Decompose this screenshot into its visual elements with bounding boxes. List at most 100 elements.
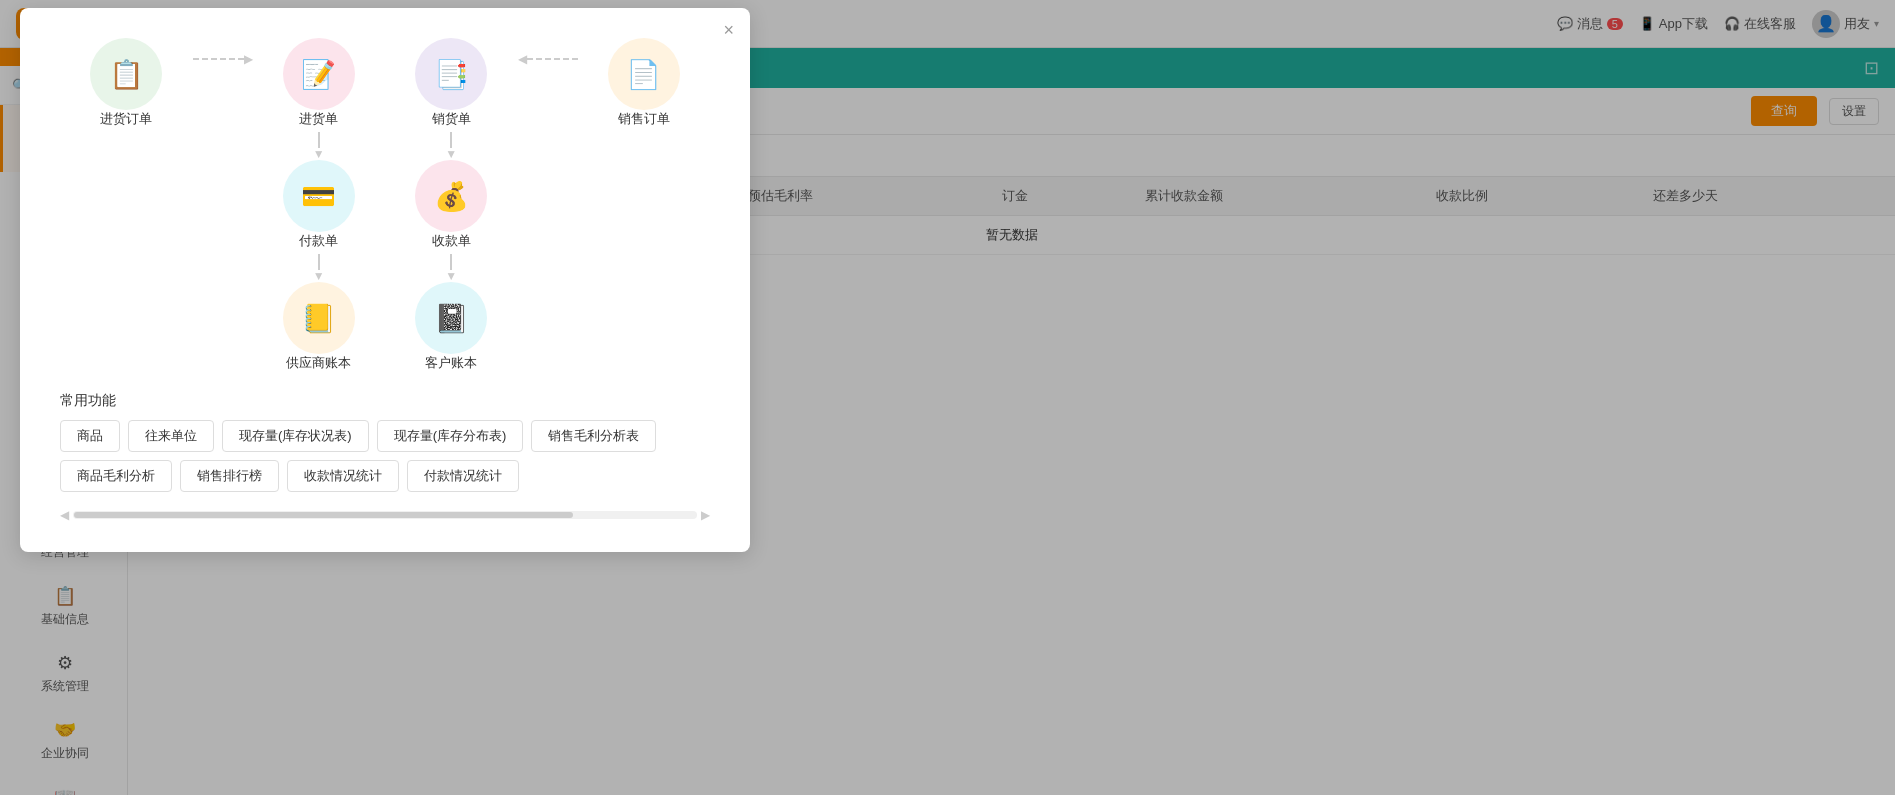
wf-node-customer-ledger[interactable]: 📓 [385,282,518,354]
wf-node-supplier-ledger[interactable]: 📒 [253,282,386,354]
dash-line-left-1 [527,58,578,60]
wf-arrow-right-1: ▶ [193,52,253,66]
common-func-btn[interactable]: 销售排行榜 [180,460,279,492]
popup-scrollbar-row: ◀ ▶ [128,508,710,522]
arrow-down-sales-bill: ▼ [385,132,518,160]
varrow-3: ▼ [313,270,325,282]
common-functions-title: 常用功能 [128,392,710,410]
ad2-s5 [578,254,711,282]
lr3-spacer-2 [193,354,253,372]
ad2-s4 [518,254,578,282]
wf-node-sales-bill[interactable]: 📑 [385,48,518,110]
label-sales-order: 销售订单 [578,110,711,128]
scroll-right-btn[interactable]: ▶ [701,508,710,522]
label-receipt: 收款单 [385,232,518,250]
workflow-section: 📋 ▶ [128,48,710,372]
main-area: 畅康通 🔍 搜索菜单 🏠快捷导航📣营销推广🛒销售管理🛍采购管理📦库存核算💰资金管… [0,48,1895,795]
arrows-down-row: ▼ ▼ [128,132,710,160]
lr2-spacer-4 [518,232,578,250]
overlay-bg[interactable]: × 📋 [128,48,1895,795]
vline-down-1 [318,132,320,148]
arrow-down-receipt: ▼ [385,254,518,282]
arrows-down-row-2: ▼ ▼ [128,254,710,282]
varrow-1: ▼ [313,148,325,160]
wf-circle-customer-ledger: 📓 [415,282,487,354]
wf-node-receipt[interactable]: 💰 [385,160,518,232]
wf-circle-sales-bill: 📑 [415,48,487,110]
wf-circle-sales-order: 📄 [608,48,680,110]
label-spacer-1 [193,110,253,128]
vline-down-4 [450,254,452,270]
sales-bill-label: 销货单 [432,110,471,128]
sales-bill-icon: 📑 [434,58,469,91]
spacer-d1 [193,132,253,160]
workflow-row-3: 📒 📓 [128,282,710,354]
label-purchase-bill: 进货单 [253,110,386,128]
receipt-label: 收款单 [432,232,471,250]
content-body: ❓ 帮助 🖨 按模板打印 ▾ ⬆ 导出 [128,88,1895,795]
lr3-spacer-4 [518,354,578,372]
labels-row-3: 供应商账本 客户账本 [128,354,710,372]
wf-circle-purchase-bill: 📝 [283,48,355,110]
wf-node-sales-order[interactable]: 📄 [578,48,711,110]
label-spacer-2 [518,110,578,128]
lr2-spacer-2 [193,232,253,250]
varrow-4: ▼ [445,270,457,282]
common-functions-section: 常用功能 商品往来单位现存量(库存状况表)现存量(库存分布表)销售毛利分析表商品… [128,392,710,492]
label-purchase-order: 进货订单 [128,110,193,128]
supplier-ledger-icon: 📒 [301,302,336,335]
customer-ledger-icon: 📓 [434,302,469,335]
lr3-spacer-1 [128,354,193,372]
vline-down-3 [318,254,320,270]
sales-order-icon: 📄 [626,58,661,91]
wf-circle-purchase-order: 📋 [128,48,162,110]
ad2-s2 [193,254,253,282]
workflow-row-1: 📋 ▶ [128,48,710,110]
scrollbar-track [128,511,697,519]
common-func-btn[interactable]: 付款情况统计 [407,460,519,492]
wf-circle-receipt: 💰 [415,160,487,232]
arrow-head-left-1: ◀ [518,52,527,66]
common-func-btn[interactable]: 收款情况统计 [287,460,399,492]
spacer-d3 [518,132,578,160]
content-area: 首页 销售订单执行表 × ⊡ ❓ 帮助 [128,48,1895,795]
ad2-s1 [128,254,193,282]
wf-node-payment[interactable]: 💳 [253,160,386,232]
purchase-order-label: 进货订单 [128,110,152,128]
label-sales-bill: 销货单 [385,110,518,128]
labels-row-1: 进货订单 进货单 销货单 [128,110,710,128]
customer-ledger-label: 客户账本 [425,354,477,372]
label-supplier-ledger: 供应商账本 [253,354,386,372]
arrow-down-purchase [128,132,193,160]
labels-row-2: 付款单 收款单 [128,232,710,250]
payment-label: 付款单 [299,232,338,250]
wf-node-purchase-bill[interactable]: 📝 [253,48,386,110]
varrow-2: ▼ [445,148,457,160]
wf-circle-payment: 💳 [283,160,355,232]
common-func-btn[interactable]: 往来单位 [128,420,214,452]
purchase-order-icon: 📋 [128,58,144,91]
common-func-btn[interactable]: 商品毛利分析 [128,460,172,492]
arrow-head-1: ▶ [244,52,253,66]
common-func-btn[interactable]: 现存量(库存状况表) [222,420,369,452]
receipt-icon: 💰 [434,180,469,213]
payment-icon: 💳 [301,180,336,213]
purchase-bill-icon: 📝 [301,58,336,91]
sales-order-label-popup: 销售订单 [618,110,670,128]
label-customer-ledger: 客户账本 [385,354,518,372]
common-func-btn[interactable]: 现存量(库存分布表) [377,420,524,452]
arrow-down-payment: ▼ [253,254,386,282]
popup: × 📋 [128,48,750,552]
lr2-spacer-5 [578,232,711,250]
app-container: 畅 畅康通好生意 标准版 装备及固定资产辅助管理系统 ▾ ⚙ 体验行业方案 💬 … [0,0,1895,795]
purchase-bill-label: 进货单 [299,110,338,128]
dash-line-1 [193,58,244,60]
common-func-btn[interactable]: 销售毛利分析表 [531,420,656,452]
common-btns: 商品往来单位现存量(库存状况表)现存量(库存分布表)销售毛利分析表商品毛利分析销… [128,420,710,492]
scrollbar-thumb[interactable] [128,512,573,518]
wf-arrow-left-1: ◀ [518,52,578,66]
supplier-ledger-label: 供应商账本 [286,354,351,372]
wf-circle-supplier-ledger: 📒 [283,282,355,354]
wf-node-purchase-order[interactable]: 📋 [128,48,193,110]
label-payment: 付款单 [253,232,386,250]
